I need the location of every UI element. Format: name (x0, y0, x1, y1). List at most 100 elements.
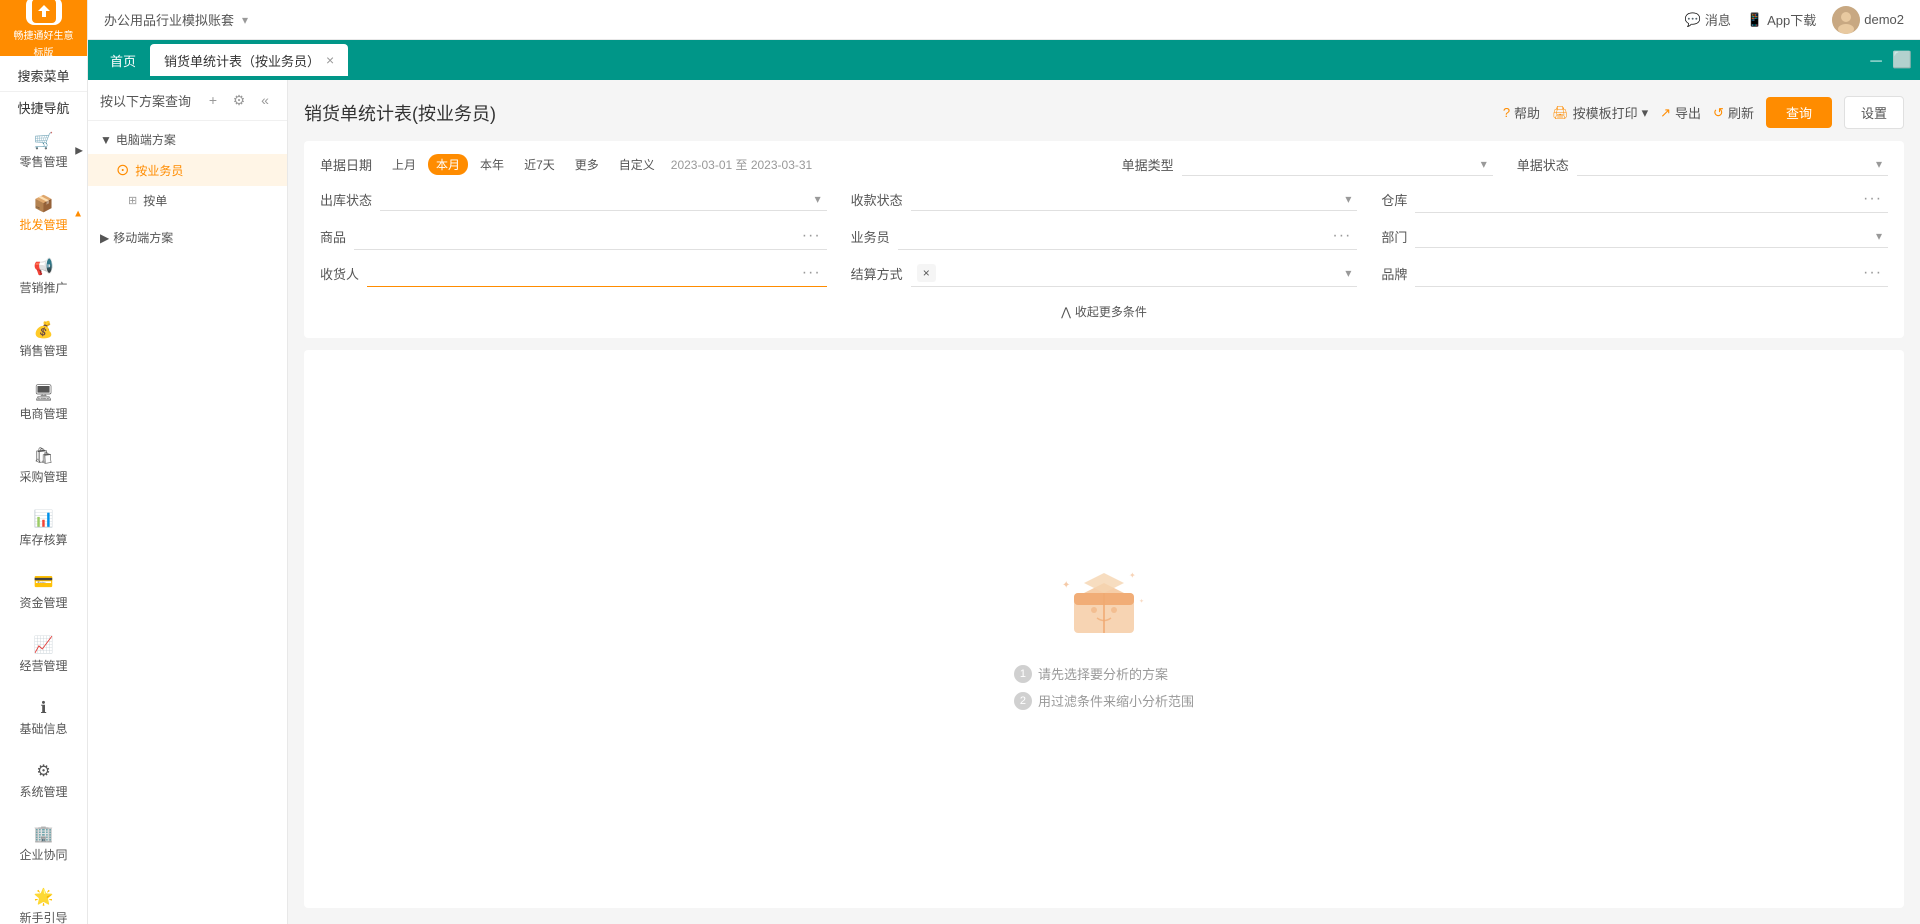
sidebar-item-inventory[interactable]: 📊 库存核算 (0, 497, 87, 560)
goods-input[interactable]: ··· (354, 223, 827, 250)
empty-hint-2: 2 用过滤条件来缩小分析范围 (1014, 691, 1194, 710)
wholesale-arrow: ▲ (73, 208, 83, 219)
user-profile[interactable]: demo2 (1832, 6, 1904, 34)
date-tab-7days[interactable]: 近7天 (516, 154, 563, 175)
query-button[interactable]: 查询 (1766, 97, 1832, 128)
sidebar-item-finance[interactable]: 💳 资金管理 (0, 560, 87, 623)
goods-dots: ··· (802, 227, 821, 245)
retail-label: 零售管理 (19, 153, 67, 170)
filter-row-4: 收货人 ··· 结算方式 × ▾ (320, 260, 1888, 287)
date-tab-last-month[interactable]: 上月 (384, 154, 424, 175)
sidebar-item-retail[interactable]: 🛒 零售管理 ▶ (0, 119, 87, 182)
topbar-left: 办公用品行业模拟账套 ▾ (104, 10, 248, 29)
empty-illustration: ✦ ✦ ✦ (1054, 548, 1154, 648)
doc-status-dropdown[interactable]: ▾ (1577, 153, 1888, 176)
svg-text:✦: ✦ (1062, 580, 1070, 591)
sidebar-item-marketing[interactable]: 📢 营销推广 (0, 245, 87, 308)
tab-home[interactable]: 首页 (96, 44, 150, 76)
basic-label: 基础信息 (19, 720, 67, 737)
date-tab-more[interactable]: 更多 (567, 154, 607, 175)
refresh-btn[interactable]: ↺ 刷新 (1713, 103, 1754, 122)
mobile-section-title[interactable]: ▶ 移动端方案 (88, 223, 287, 252)
mobile-arrow: ▶ (100, 231, 109, 245)
desktop-section-title[interactable]: ▼ 电脑端方案 (88, 125, 287, 154)
sidebar-item-system[interactable]: ⚙ 系统管理 (0, 749, 87, 812)
collapse-row: ⋀ 收起更多条件 (320, 297, 1888, 326)
help-btn[interactable]: ? 帮助 (1503, 103, 1540, 122)
left-panel-collapse-btn[interactable]: « (255, 90, 275, 110)
left-panel-item-salesperson[interactable]: ⊙ 按业务员 (88, 154, 287, 186)
finance-icon: 💳 (34, 572, 54, 592)
message-label: 消息 (1705, 10, 1731, 29)
tab-close-icon[interactable]: × (326, 53, 334, 67)
export-icon: ↗ (1660, 105, 1671, 121)
settlement-label: 结算方式 (851, 264, 903, 283)
empty-hint-1: 1 请先选择要分析的方案 (1014, 664, 1194, 683)
topbar-dropdown[interactable]: ▾ (242, 13, 248, 27)
mobile-section-label: 移动端方案 (113, 229, 173, 246)
brand-input[interactable]: ··· (1415, 260, 1888, 287)
receipt-arrow: ▾ (1345, 192, 1351, 206)
sales-label: 销售管理 (19, 342, 67, 359)
filter-row-3: 商品 ··· 业务员 ··· (320, 223, 1888, 250)
sidebar-item-cooperation[interactable]: 🏢 企业协同 (0, 812, 87, 875)
quick-nav-label: 快捷导航 (17, 98, 69, 117)
date-tab-this-year[interactable]: 本年 (472, 154, 512, 175)
sidebar-item-wholesale[interactable]: 📦 批发管理 ▲ (0, 182, 87, 245)
app-logo: 畅捷通好生意 标版 (0, 0, 87, 56)
delivery-arrow: ▾ (815, 192, 821, 206)
date-tab-this-month[interactable]: 本月 (428, 154, 468, 175)
sidebar-item-ecommerce[interactable]: 🖥 电商管理 (0, 371, 87, 434)
hint-num-1: 1 (1014, 665, 1032, 683)
warehouse-input[interactable]: ··· (1415, 186, 1888, 213)
settlement-arrow: ▾ (1345, 266, 1351, 280)
sidebar-item-basic[interactable]: ℹ 基础信息 (0, 686, 87, 749)
operation-icon: 📈 (34, 635, 54, 655)
cooperation-icon: 🏢 (34, 824, 54, 844)
department-dropdown[interactable]: ▾ (1415, 225, 1888, 248)
receipt-status-dropdown[interactable]: ▾ (911, 188, 1358, 211)
topbar-title: 办公用品行业模拟账套 (104, 10, 234, 29)
sidebar-item-purchase[interactable]: 🛍 采购管理 (0, 434, 87, 497)
message-btn[interactable]: 💬 消息 (1685, 10, 1731, 29)
salesperson-item-label: 按业务员 (135, 162, 183, 179)
topbar-right: 💬 消息 📱 App下载 demo2 (1685, 6, 1904, 34)
settlement-input[interactable]: × ▾ (911, 260, 1358, 287)
tab-minimize-btn[interactable]: － (1868, 48, 1884, 72)
left-panel-settings-btn[interactable]: ⚙ (229, 90, 249, 110)
date-filter-row: 单据日期 上月 本月 本年 近7天 更多 自定义 2023-03-01 至 20… (320, 153, 1888, 176)
collapse-button[interactable]: ⋀ 收起更多条件 (1061, 303, 1147, 320)
date-range-display: 2023-03-01 至 2023-03-31 (671, 156, 812, 173)
sidebar-item-operation[interactable]: 📈 经营管理 (0, 623, 87, 686)
tab-sales-stat[interactable]: 销货单统计表（按业务员） × (150, 44, 348, 76)
tab-maximize-btn[interactable]: ⬜ (1892, 50, 1912, 70)
tag-close[interactable]: × (923, 266, 930, 280)
export-btn[interactable]: ↗ 导出 (1660, 103, 1701, 122)
marketing-label: 营销推广 (19, 279, 67, 296)
sidebar-item-guide[interactable]: 🌟 新手引导 (0, 875, 87, 924)
page-title-row: 销货单统计表(按业务员) ? 帮助 🖨 按模板打印 ▾ ↗ 导出 (304, 96, 1904, 129)
user-name: demo2 (1864, 12, 1904, 27)
left-panel-item-order[interactable]: ⊞ 按单 (88, 186, 287, 215)
mobile-section: ▶ 移动端方案 (88, 219, 287, 256)
empty-state: ✦ ✦ ✦ 1 请先选择要分析的方案 2 用过滤条件来缩小分析范围 (304, 350, 1904, 908)
sidebar-item-sales[interactable]: 💰 销售管理 (0, 308, 87, 371)
hint-text-1: 请先选择要分析的方案 (1038, 664, 1168, 683)
salesperson-input[interactable]: ··· (898, 223, 1358, 250)
filter-row-2: 出库状态 ▾ 收款状态 ▾ (320, 186, 1888, 213)
hint-text-2: 用过滤条件来缩小分析范围 (1038, 691, 1194, 710)
quick-nav: 快捷导航 (0, 92, 87, 119)
settings-button[interactable]: 设置 (1844, 96, 1904, 129)
delivery-status-dropdown[interactable]: ▾ (380, 188, 827, 211)
receiver-input[interactable]: ··· (367, 260, 827, 287)
desktop-arrow: ▼ (100, 133, 112, 147)
wholesale-label: 批发管理 (19, 216, 67, 233)
app-download-btn[interactable]: 📱 App下载 (1747, 10, 1816, 29)
template-print-btn[interactable]: 🖨 按模板打印 ▾ (1552, 103, 1648, 122)
sidebar-search[interactable]: 搜索菜单 (0, 56, 87, 92)
date-tab-custom[interactable]: 自定义 (611, 154, 663, 175)
left-panel-add-btn[interactable]: + (203, 90, 223, 110)
doc-type-dropdown[interactable]: ▾ (1182, 153, 1493, 176)
print-icon: 🖨 (1552, 105, 1569, 121)
logo-icon (26, 0, 62, 25)
